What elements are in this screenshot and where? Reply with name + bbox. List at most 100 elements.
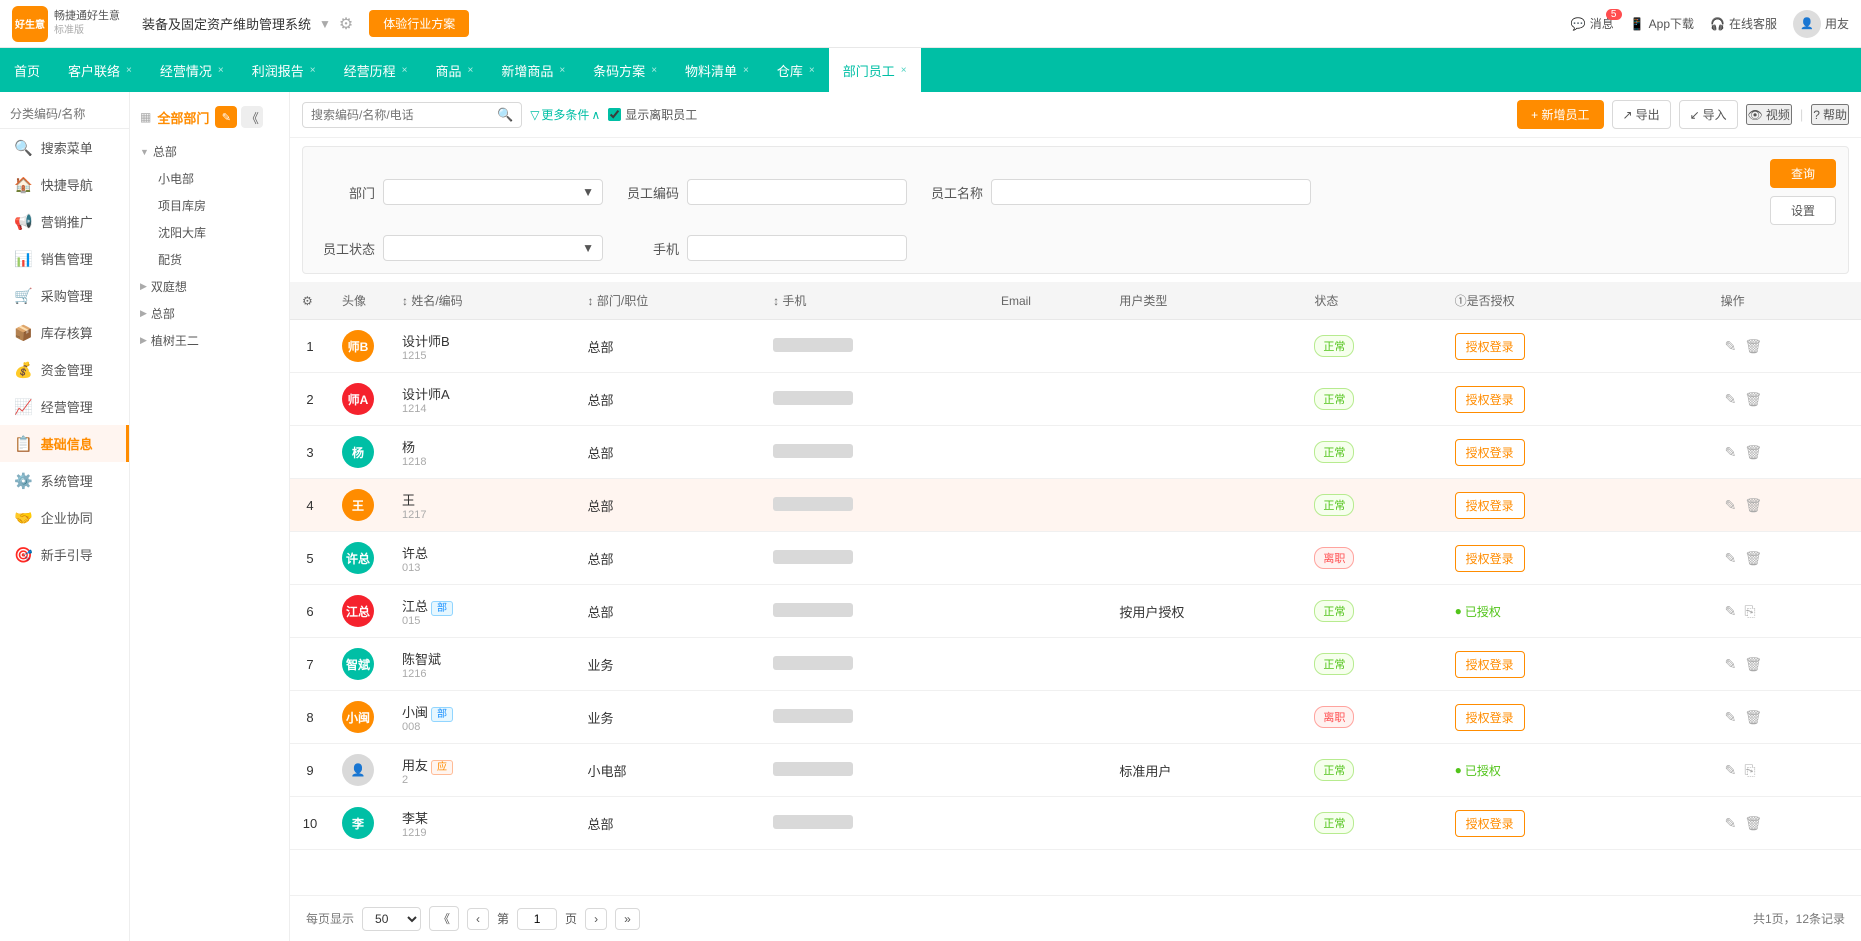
close-icon[interactable]: ×: [402, 65, 408, 76]
delete-button[interactable]: 🗑: [1740, 336, 1766, 357]
auth-button[interactable]: 授权登录: [1455, 810, 1525, 837]
edit-button[interactable]: ✎: [1721, 548, 1741, 569]
tab-barcode[interactable]: 条码方案×: [579, 48, 671, 92]
gear-icon[interactable]: ⚙: [339, 14, 353, 34]
edit-button[interactable]: ✎: [1721, 442, 1741, 463]
edit-button[interactable]: ✎: [1721, 760, 1741, 781]
sidebar-item-finance[interactable]: 💰 资金管理: [0, 351, 129, 388]
close-icon[interactable]: ×: [559, 65, 565, 76]
show-resigned-input[interactable]: [608, 108, 621, 121]
message-btn[interactable]: 💬 消息 5: [1571, 15, 1614, 32]
dept-all-label[interactable]: 全部部门: [157, 108, 209, 127]
close-icon[interactable]: ×: [743, 65, 749, 76]
filter-status-select[interactable]: ▼: [383, 235, 603, 261]
edit-button[interactable]: ✎: [1721, 601, 1741, 622]
close-icon[interactable]: ×: [467, 65, 473, 76]
dept-node-general[interactable]: 总部: [130, 138, 289, 165]
prev-page-btn[interactable]: ‹: [467, 908, 489, 930]
auth-button[interactable]: 授权登录: [1455, 492, 1525, 519]
filter-name-input[interactable]: [991, 179, 1311, 205]
copy-button[interactable]: ⎘: [1740, 760, 1759, 781]
sidebar-item-collab[interactable]: 🤝 企业协同: [0, 499, 129, 536]
dept-node-shuangling[interactable]: 双庭想: [130, 273, 289, 300]
sidebar-item-sales[interactable]: 📊 销售管理: [0, 240, 129, 277]
tab-profit[interactable]: 利润报告×: [238, 48, 330, 92]
sidebar-item-operation[interactable]: 📈 经营管理: [0, 388, 129, 425]
edit-button[interactable]: ✎: [1721, 336, 1741, 357]
sidebar-item-shortcut[interactable]: 🏠 快捷导航: [0, 166, 129, 203]
help-button[interactable]: ? 帮助: [1811, 104, 1849, 125]
dept-collapse-btn[interactable]: 《: [241, 106, 263, 128]
sidebar-item-basic[interactable]: 📋 基础信息: [0, 425, 129, 462]
page-input[interactable]: [517, 908, 557, 930]
tab-warehouse[interactable]: 仓库×: [763, 48, 829, 92]
query-button[interactable]: 查询: [1770, 159, 1836, 188]
next-page-btn[interactable]: ›: [585, 908, 607, 930]
import-button[interactable]: ↙ 导入: [1679, 100, 1738, 129]
page-size-select[interactable]: 50 100 200: [362, 907, 421, 931]
close-icon[interactable]: ×: [126, 65, 132, 76]
sidebar-item-system[interactable]: ⚙️ 系统管理: [0, 462, 129, 499]
tab-add-goods[interactable]: 新增商品×: [487, 48, 579, 92]
auth-button[interactable]: 授权登录: [1455, 386, 1525, 413]
app-download-btn[interactable]: 📱 App下载: [1630, 15, 1694, 32]
delete-button[interactable]: 🗑: [1740, 548, 1766, 569]
auth-button[interactable]: 授权登录: [1455, 439, 1525, 466]
dept-node-zhishu[interactable]: 植树王二: [130, 327, 289, 354]
sidebar-search-input[interactable]: [10, 107, 130, 121]
auth-button[interactable]: 授权登录: [1455, 545, 1525, 572]
sidebar-item-marketing[interactable]: 📢 营销推广: [0, 203, 129, 240]
system-arrow-icon[interactable]: ▼: [319, 17, 331, 31]
first-page-btn[interactable]: 《: [429, 906, 459, 931]
sidebar-item-guide[interactable]: 🎯 新手引导: [0, 536, 129, 573]
tab-customer[interactable]: 客户联络×: [54, 48, 146, 92]
copy-button[interactable]: ⎘: [1740, 601, 1759, 622]
export-button[interactable]: ↗ 导出: [1612, 100, 1671, 129]
delete-button[interactable]: 🗑: [1740, 442, 1766, 463]
tab-employees[interactable]: 部门员工×: [829, 48, 921, 92]
dept-node-project[interactable]: 项目库房: [148, 192, 289, 219]
dept-node-zongbu[interactable]: 总部: [130, 300, 289, 327]
online-service-btn[interactable]: 🎧 在线客服: [1710, 15, 1777, 32]
more-filters-btn[interactable]: ▽ 更多条件 ∧: [530, 106, 600, 123]
tab-home[interactable]: 首页: [0, 48, 54, 92]
sidebar-search[interactable]: 🔍: [0, 100, 129, 129]
delete-button[interactable]: 🗑: [1740, 707, 1766, 728]
add-employee-button[interactable]: + 新增员工: [1517, 100, 1603, 129]
close-icon[interactable]: ×: [218, 65, 224, 76]
tab-bom[interactable]: 物料清单×: [671, 48, 763, 92]
edit-button[interactable]: ✎: [1721, 495, 1741, 516]
close-icon[interactable]: ×: [901, 65, 907, 76]
tab-journey[interactable]: 经营历程×: [330, 48, 422, 92]
auth-button[interactable]: 授权登录: [1455, 704, 1525, 731]
setting-button[interactable]: 设置: [1770, 196, 1836, 225]
delete-button[interactable]: 🗑: [1740, 813, 1766, 834]
edit-button[interactable]: ✎: [1721, 654, 1741, 675]
filter-code-input[interactable]: [687, 179, 907, 205]
tab-goods[interactable]: 商品×: [421, 48, 487, 92]
close-icon[interactable]: ×: [651, 65, 657, 76]
edit-button[interactable]: ✎: [1721, 813, 1741, 834]
dept-node-shenyang[interactable]: 沈阳大库: [148, 219, 289, 246]
delete-button[interactable]: 🗑: [1740, 389, 1766, 410]
dept-node-peihuo[interactable]: 配货: [148, 246, 289, 273]
last-page-btn[interactable]: »: [615, 908, 640, 930]
auth-button[interactable]: 授权登录: [1455, 651, 1525, 678]
filter-dept-select[interactable]: ▼: [383, 179, 603, 205]
sidebar-item-inventory[interactable]: 📦 库存核算: [0, 314, 129, 351]
dept-edit-btn[interactable]: ✎: [215, 106, 237, 128]
close-icon[interactable]: ×: [310, 65, 316, 76]
trial-button[interactable]: 体验行业方案: [369, 10, 469, 37]
dept-node-xiaodian[interactable]: 小电部: [148, 165, 289, 192]
user-menu[interactable]: 👤 用友: [1793, 10, 1849, 38]
views-button[interactable]: 👁 视频: [1746, 104, 1792, 125]
filter-phone-input[interactable]: [687, 235, 907, 261]
delete-button[interactable]: 🗑: [1740, 495, 1766, 516]
delete-button[interactable]: 🗑: [1740, 654, 1766, 675]
close-icon[interactable]: ×: [809, 65, 815, 76]
sidebar-item-purchase[interactable]: 🛒 采购管理: [0, 277, 129, 314]
edit-button[interactable]: ✎: [1721, 707, 1741, 728]
show-resigned-checkbox[interactable]: 显示离职员工: [608, 106, 697, 123]
auth-button[interactable]: 授权登录: [1455, 333, 1525, 360]
tab-operation[interactable]: 经营情况×: [146, 48, 238, 92]
